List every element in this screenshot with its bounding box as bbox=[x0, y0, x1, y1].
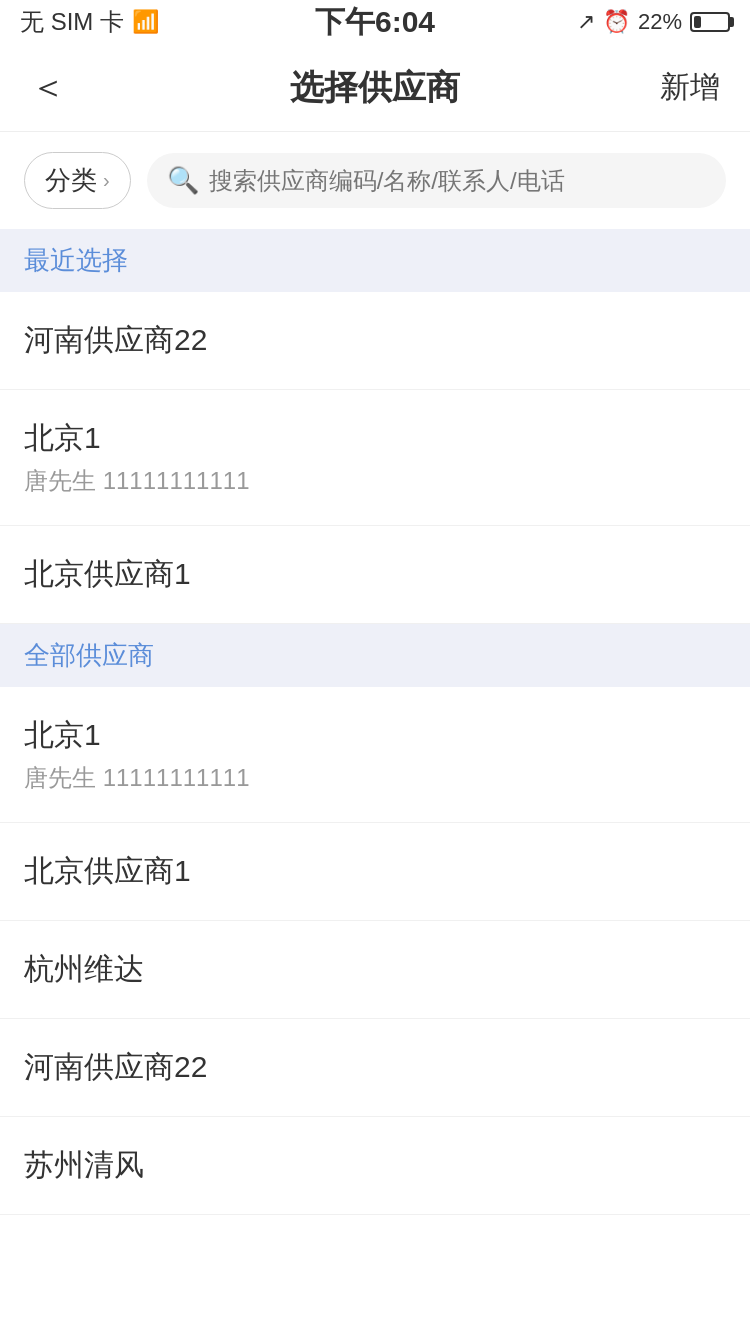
item-sub: 唐先生 11111111111 bbox=[24, 465, 726, 497]
item-name: 河南供应商22 bbox=[24, 1047, 726, 1088]
item-name: 北京供应商1 bbox=[24, 554, 726, 595]
item-name: 北京供应商1 bbox=[24, 851, 726, 892]
status-right: ↗ ⏰ 22% bbox=[577, 9, 730, 35]
recent-items-list: 河南供应商22 北京1 唐先生 11111111111 北京供应商1 bbox=[0, 292, 750, 624]
item-name: 河南供应商22 bbox=[24, 320, 726, 361]
all-list-item[interactable]: 杭州维达 bbox=[0, 921, 750, 1019]
all-list-item[interactable]: 苏州清风 bbox=[0, 1117, 750, 1215]
category-filter-button[interactable]: 分类 › bbox=[24, 152, 131, 209]
wifi-icon: 📶 bbox=[132, 9, 159, 35]
status-bar: 无 SIM 卡 📶 下午6:04 ↗ ⏰ 22% bbox=[0, 0, 750, 44]
add-button[interactable]: 新增 bbox=[660, 67, 720, 108]
search-input-wrap: 🔍 bbox=[147, 153, 726, 208]
alarm-icon: ⏰ bbox=[603, 9, 630, 35]
battery-percent: 22% bbox=[638, 9, 682, 35]
recent-list-item[interactable]: 河南供应商22 bbox=[0, 292, 750, 390]
location-icon: ↗ bbox=[577, 9, 595, 35]
all-section-title: 全部供应商 bbox=[24, 640, 154, 670]
item-sub: 唐先生 11111111111 bbox=[24, 762, 726, 794]
recent-list-item[interactable]: 北京1 唐先生 11111111111 bbox=[0, 390, 750, 526]
chevron-right-icon: › bbox=[103, 169, 110, 192]
all-items-list: 北京1 唐先生 11111111111 北京供应商1 杭州维达河南供应商22 苏州清风 bbox=[0, 687, 750, 1215]
all-list-item[interactable]: 河南供应商22 bbox=[0, 1019, 750, 1117]
recent-section-title: 最近选择 bbox=[24, 245, 128, 275]
item-name: 北京1 bbox=[24, 715, 726, 756]
back-button[interactable]: ＜ bbox=[30, 63, 90, 112]
status-left: 无 SIM 卡 📶 bbox=[20, 6, 159, 38]
page-title: 选择供应商 bbox=[90, 65, 660, 111]
search-icon: 🔍 bbox=[167, 165, 199, 196]
category-label: 分类 bbox=[45, 163, 97, 198]
battery-fill bbox=[694, 16, 701, 28]
recent-list-item[interactable]: 北京供应商1 bbox=[0, 526, 750, 624]
all-section-header: 全部供应商 bbox=[0, 624, 750, 687]
recent-section-header: 最近选择 bbox=[0, 229, 750, 292]
item-name: 北京1 bbox=[24, 418, 726, 459]
battery-bar bbox=[690, 12, 730, 32]
nav-bar: ＜ 选择供应商 新增 bbox=[0, 44, 750, 132]
item-name: 苏州清风 bbox=[24, 1145, 726, 1186]
item-name: 杭州维达 bbox=[24, 949, 726, 990]
search-filter-bar: 分类 › 🔍 bbox=[0, 132, 750, 229]
sim-label: 无 SIM 卡 bbox=[20, 6, 124, 38]
all-list-item[interactable]: 北京1 唐先生 11111111111 bbox=[0, 687, 750, 823]
all-list-item[interactable]: 北京供应商1 bbox=[0, 823, 750, 921]
status-time: 下午6:04 bbox=[315, 2, 435, 43]
search-input[interactable] bbox=[209, 167, 706, 195]
